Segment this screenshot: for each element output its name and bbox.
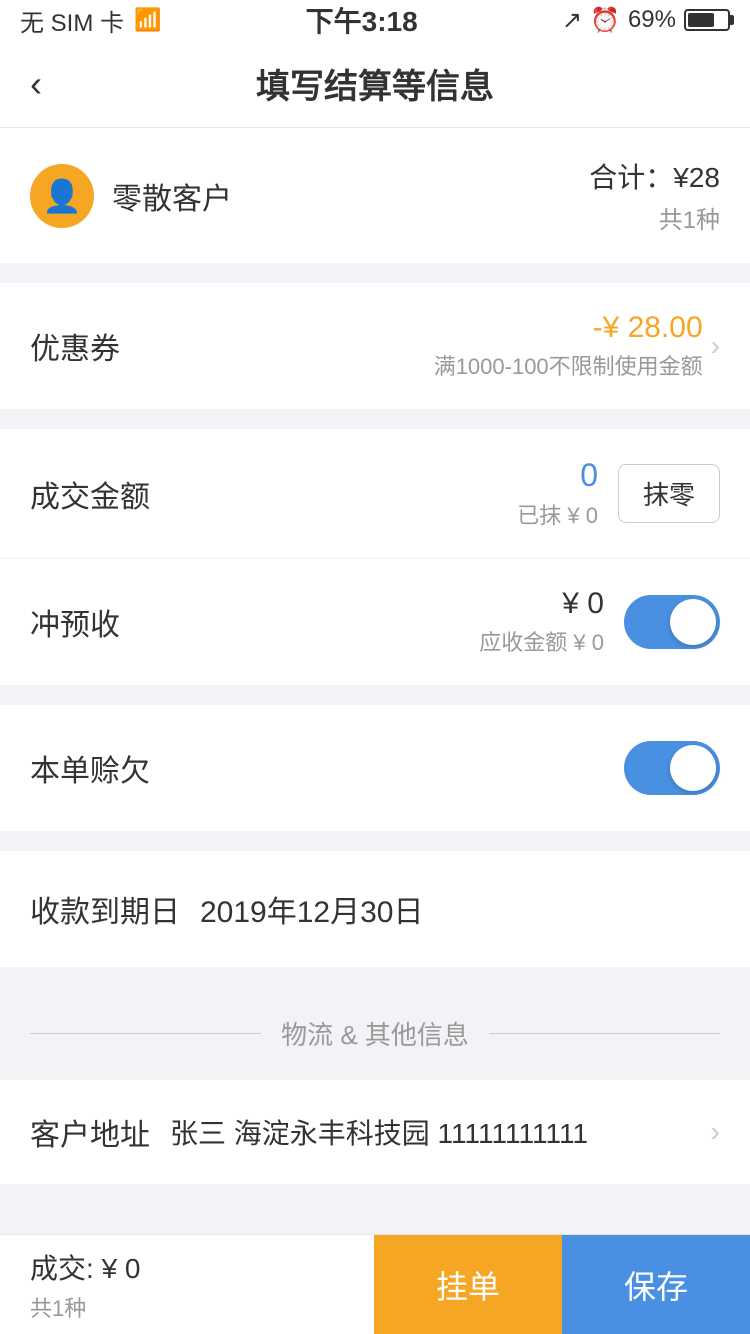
- duedate-row: 收款到期日 2019年12月30日: [0, 851, 750, 967]
- prereceive-sub: 应收金额 ¥ 0: [479, 625, 604, 657]
- address-value: 张三 海淀永丰科技园 11111111111: [170, 1112, 691, 1152]
- wifi-icon: 📶: [134, 7, 161, 33]
- round-zero-button[interactable]: 抹零: [618, 464, 720, 523]
- coupon-right: -¥ 28.00 满1000-100不限制使用金额 ›: [434, 311, 720, 381]
- address-chevron-icon: ›: [711, 1116, 720, 1148]
- alarm-icon: ⏰: [590, 6, 620, 35]
- debt-row: 本单赊欠: [0, 705, 750, 831]
- prereceive-value-wrap: ¥ 0 应收金额 ¥ 0: [479, 587, 604, 657]
- logistics-header: 物流 & 其他信息: [0, 987, 750, 1080]
- chevron-right-icon: ›: [711, 330, 720, 362]
- bottom-info: 成交: ¥ 0 共1种: [0, 1247, 374, 1323]
- coupon-row[interactable]: 优惠券 -¥ 28.00 满1000-100不限制使用金额 ›: [0, 283, 750, 409]
- address-row[interactable]: 客户地址 张三 海淀永丰科技园 11111111111 ›: [0, 1080, 750, 1184]
- prereceive-right: ¥ 0 应收金额 ¥ 0: [479, 587, 720, 657]
- status-right: ↗ ⏰ 69%: [562, 6, 730, 35]
- deal-amount-right: 0 已抹 ¥ 0 抹零: [517, 457, 720, 530]
- avatar-icon: 👤: [42, 177, 82, 215]
- debt-toggle[interactable]: [624, 741, 720, 795]
- deal-amount-value: 0: [517, 457, 598, 494]
- location-icon: ↗: [562, 6, 582, 35]
- debt-toggle-knob: [670, 745, 716, 791]
- status-left: 无 SIM 卡 📶: [20, 3, 161, 38]
- battery-icon: [684, 9, 730, 31]
- customer-info: 👤 零散客户: [30, 164, 232, 228]
- coupon-value: -¥ 28.00 满1000-100不限制使用金额: [434, 311, 703, 381]
- prereceive-value: ¥ 0: [479, 587, 604, 621]
- status-bar: 无 SIM 卡 📶 下午3:18 ↗ ⏰ 69%: [0, 0, 750, 40]
- prereceive-row: 冲预收 ¥ 0 应收金额 ¥ 0: [0, 559, 750, 685]
- total-amount: 合计：¥28: [589, 156, 720, 196]
- deal-value: ¥ 0: [102, 1253, 141, 1284]
- toggle-knob: [670, 599, 716, 645]
- battery-fill: [688, 13, 714, 27]
- customer-row: 👤 零散客户 合计：¥28 共1种: [0, 128, 750, 263]
- bottom-deal-label: 成交: ¥ 0: [30, 1247, 344, 1287]
- content-area: 👤 零散客户 合计：¥28 共1种 优惠券 -¥ 28.00 满1000-100…: [0, 128, 750, 1184]
- time-label: 下午3:18: [306, 0, 418, 40]
- coupon-desc: 满1000-100不限制使用金额: [434, 349, 703, 381]
- coupon-label: 优惠券: [30, 324, 120, 368]
- duedate-value: 2019年12月30日: [200, 887, 423, 931]
- duedate-label: 收款到期日: [30, 887, 180, 931]
- deal-amount-row: 成交金额 0 已抹 ¥ 0 抹零: [0, 429, 750, 559]
- carrier-label: 无 SIM 卡: [20, 3, 124, 38]
- address-label: 客户地址: [30, 1110, 150, 1154]
- coupon-discount: -¥ 28.00: [434, 311, 703, 345]
- battery-percent: 69%: [628, 6, 676, 34]
- back-button[interactable]: ‹: [30, 63, 42, 105]
- deal-amount-value-wrap: 0 已抹 ¥ 0: [517, 457, 598, 530]
- nav-bar: ‹ 填写结算等信息: [0, 40, 750, 128]
- save-button[interactable]: 保存: [562, 1235, 750, 1334]
- logistics-label: 物流 & 其他信息: [261, 1015, 489, 1052]
- customer-name: 零散客户: [112, 174, 232, 218]
- deal-section: 成交金额 0 已抹 ¥ 0 抹零 冲预收 ¥ 0 应收金额 ¥ 0: [0, 429, 750, 685]
- bottom-bar: 成交: ¥ 0 共1种 挂单 保存: [0, 1234, 750, 1334]
- deal-amount-sub: 已抹 ¥ 0: [517, 498, 598, 530]
- avatar: 👤: [30, 164, 94, 228]
- logistics-line-right: [489, 1033, 720, 1034]
- bottom-count: 共1种: [30, 1291, 344, 1323]
- prereceive-label: 冲预收: [30, 600, 120, 644]
- customer-total: 合计：¥28 共1种: [589, 156, 720, 235]
- deal-amount-label: 成交金额: [30, 472, 150, 516]
- prereceive-toggle[interactable]: [624, 595, 720, 649]
- total-count: 共1种: [589, 200, 720, 235]
- page-title: 填写结算等信息: [256, 59, 494, 108]
- logistics-line-left: [30, 1033, 261, 1034]
- deal-prefix: 成交:: [30, 1253, 94, 1284]
- pending-button[interactable]: 挂单: [374, 1235, 562, 1334]
- debt-label: 本单赊欠: [30, 746, 150, 790]
